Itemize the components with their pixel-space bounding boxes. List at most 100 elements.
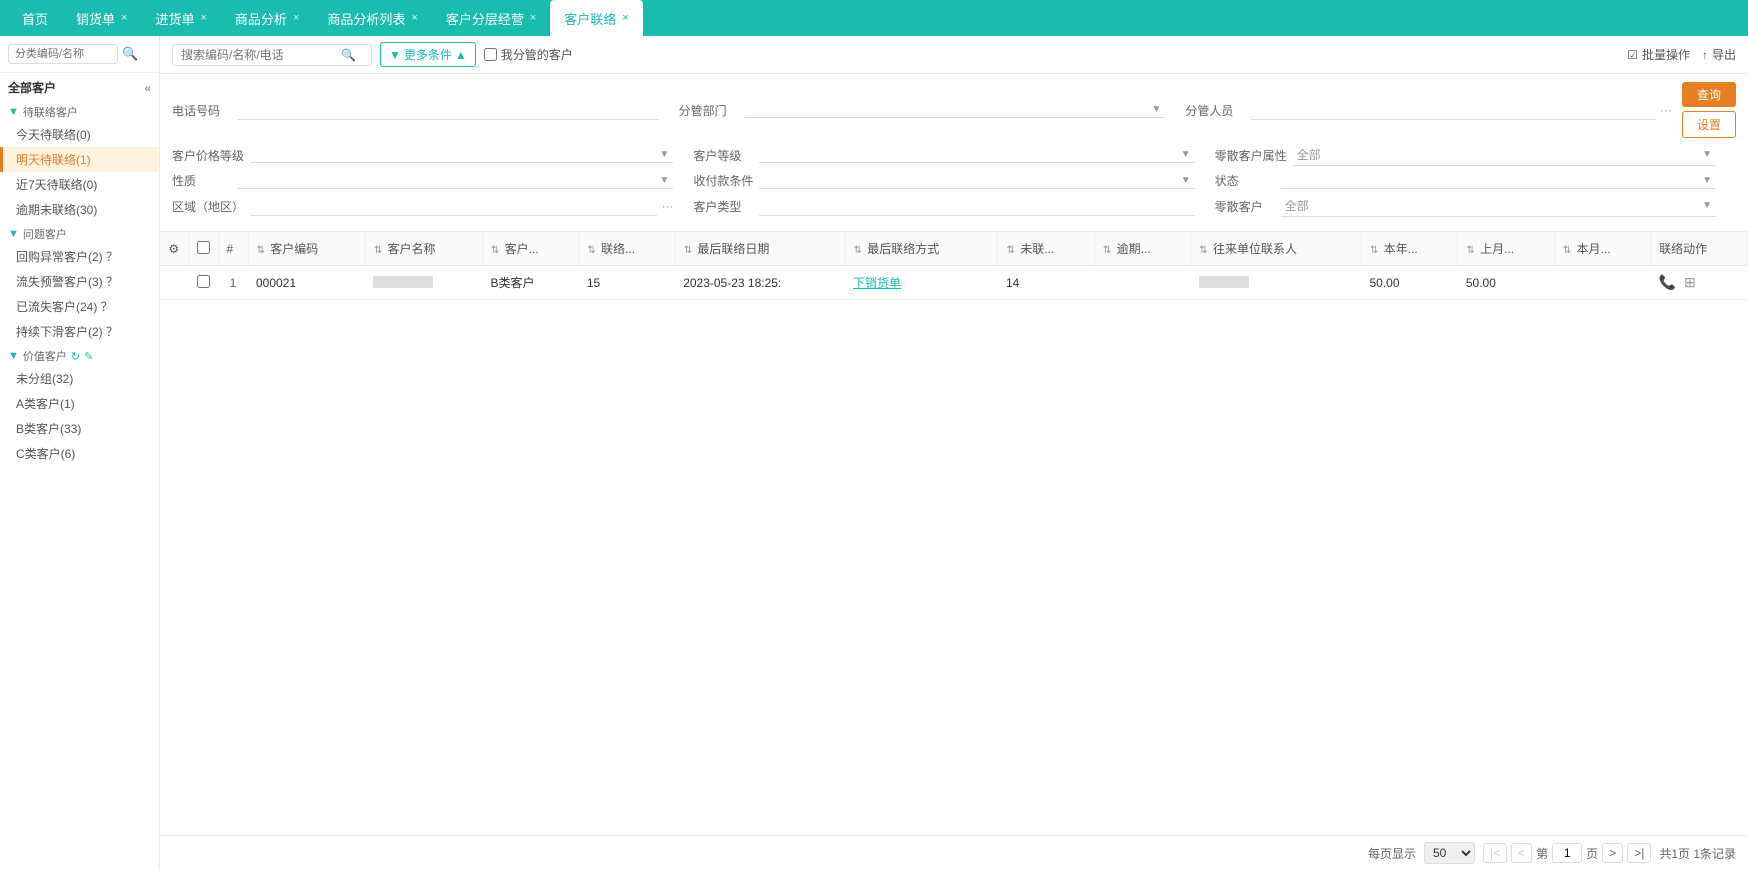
last-page-button[interactable]: >| [1627, 843, 1651, 863]
th-last-contact-method[interactable]: ⇅ 最后联络方式 [845, 232, 998, 266]
nav-close-customer-layered[interactable]: × [530, 12, 536, 24]
nav-close-customer-contact[interactable]: × [622, 12, 628, 24]
th-row-num: # [218, 232, 248, 266]
action-phone-icon[interactable]: 📞 [1659, 274, 1676, 291]
sidebar-search-input[interactable] [8, 44, 118, 64]
nav-close-sales-order[interactable]: × [121, 12, 127, 24]
status-caret-icon: ▼ [1702, 175, 1712, 186]
payment-select[interactable]: ▼ [759, 173, 1194, 189]
sidebar-group-value[interactable]: ▼ 价值客户 ↻ ✎ [0, 344, 159, 366]
th-customer-name[interactable]: ⇅ 客户名称 [365, 232, 482, 266]
top-nav: 首页 销货单 × 进货单 × 商品分析 × 商品分析列表 × 客户分层经营 × … [0, 0, 1748, 36]
status-select[interactable]: ▼ [1281, 173, 1716, 189]
nav-close-product-analysis-list[interactable]: × [411, 12, 417, 24]
my-customers-checkbox[interactable] [484, 48, 497, 61]
nav-close-product-analysis[interactable]: × [293, 12, 299, 24]
sidebar-item-overdue[interactable]: 逾期未联络(30) [0, 197, 159, 222]
th-uncontacted[interactable]: ⇅ 未联... [998, 232, 1094, 266]
filter-panel: 电话号码 分管部门 ▼ 分管人员 ··· [160, 74, 1748, 232]
filter-row-4: 区域（地区） ··· 客户类型 零散客户 全部 ▼ [172, 195, 1736, 217]
price-level-select[interactable]: ▼ [250, 147, 673, 163]
nav-customer-layered[interactable]: 客户分层经营 × [432, 0, 550, 36]
nav-sales-order[interactable]: 销货单 × [62, 0, 141, 36]
sidebar-collapse-icon: « [144, 81, 151, 95]
td-partner-contact [1191, 266, 1362, 300]
retail-attr-label: 零散客户属性 [1215, 147, 1287, 164]
action-grid-icon[interactable]: ⊞ [1684, 274, 1696, 291]
gear-icon[interactable]: ⚙ [168, 242, 179, 256]
row-checkbox[interactable] [197, 275, 210, 288]
nav-customer-contact[interactable]: 客户联络 × [550, 0, 642, 36]
th-last-contact-date[interactable]: ⇅ 最后联络日期 [675, 232, 845, 266]
retail-customer-select[interactable]: 全部 ▼ [1281, 195, 1716, 217]
page-input[interactable] [1552, 843, 1582, 863]
sidebar-item-ungrouped[interactable]: 未分组(32) [0, 366, 159, 391]
th-last-month[interactable]: ⇅ 上月... [1458, 232, 1554, 266]
customer-level-select[interactable]: ▼ [759, 147, 1194, 163]
area-more-icon[interactable]: ··· [661, 199, 673, 213]
prev-page-button[interactable]: < [1511, 843, 1532, 863]
nature-select[interactable]: ▼ [238, 173, 673, 189]
th-this-year[interactable]: ⇅ 本年... [1362, 232, 1458, 266]
person-input[interactable] [1251, 101, 1656, 120]
sidebar-item-class-c[interactable]: C类客户(6) [0, 441, 159, 466]
nav-product-analysis[interactable]: 商品分析 × [221, 0, 313, 36]
sidebar-item-churned[interactable]: 已流失客户(24) ？ [0, 294, 159, 319]
payment-caret-icon: ▼ [1181, 175, 1191, 186]
td-name [365, 266, 482, 300]
sidebar-item-class-a[interactable]: A类客户(1) [0, 391, 159, 416]
nav-home[interactable]: 首页 [8, 0, 62, 36]
my-customers-checkbox-label[interactable]: 我分管的客户 [484, 46, 573, 63]
sidebar-item-7days[interactable]: 近7天待联络(0) [0, 172, 159, 197]
area-input[interactable] [250, 197, 657, 216]
customer-table: ⚙ # ⇅ 客户编码 ⇅ 客户名称 [160, 232, 1748, 300]
th-customer-type[interactable]: ⇅ 客户... [482, 232, 578, 266]
table-select-all-checkbox[interactable] [197, 241, 210, 254]
th-customer-code[interactable]: ⇅ 客户编码 [248, 232, 365, 266]
toolbar: 🔍 ▼ 更多条件 ▲ 我分管的客户 ☑ 批量操作 ↑ 导出 [160, 36, 1748, 74]
sidebar-item-tomorrow[interactable]: 明天待联络(1) [0, 147, 159, 172]
settings-button[interactable]: 设置 [1682, 111, 1736, 138]
th-this-month[interactable]: ⇅ 本月... [1554, 232, 1650, 266]
filter-cell-retail-customer: 零散客户 全部 ▼ [1215, 195, 1716, 217]
page-nav: |< < 第 页 > >| [1483, 843, 1651, 863]
person-more-icon[interactable]: ··· [1660, 103, 1672, 117]
batch-op-button[interactable]: ☑ 批量操作 [1627, 46, 1690, 63]
customer-type-input[interactable] [759, 197, 1194, 216]
last-contact-method-link[interactable]: 下销货单 [853, 276, 901, 290]
search-input[interactable] [181, 48, 341, 62]
first-page-button[interactable]: |< [1483, 843, 1507, 863]
nav-purchase-order[interactable]: 进货单 × [141, 0, 220, 36]
sidebar-item-today[interactable]: 今天待联络(0) [0, 122, 159, 147]
sidebar-search-icon[interactable]: 🔍 [122, 46, 138, 62]
nav-close-purchase-order[interactable]: × [200, 12, 206, 24]
filter-cell-area: 区域（地区） ··· [172, 197, 673, 216]
value-group-edit-icon[interactable]: ✎ [84, 350, 93, 363]
value-group-refresh-icon[interactable]: ↻ [71, 350, 80, 363]
sidebar-item-repurchase-abnormal[interactable]: 回购异常客户(2) ？ [0, 244, 159, 269]
query-button[interactable]: 查询 [1682, 82, 1736, 107]
sidebar-item-declining[interactable]: 持续下滑客户(2) ？ [0, 319, 159, 344]
filter-cell-customer-level: 客户等级 ▼ [693, 147, 1194, 164]
th-contact-count[interactable]: ⇅ 联络... [579, 232, 675, 266]
sidebar-item-class-b[interactable]: B类客户(33) [0, 416, 159, 441]
search-icon[interactable]: 🔍 [341, 48, 356, 62]
more-filters-button[interactable]: ▼ 更多条件 ▲ [380, 42, 476, 67]
sidebar-all-customers-label: 全部客户 [8, 79, 56, 96]
th-overdue[interactable]: ⇅ 逾期... [1094, 232, 1190, 266]
filter-cell-person: 分管人员 ··· [1185, 101, 1672, 120]
retail-attr-select[interactable]: 全部 ▼ [1293, 144, 1716, 166]
dept-select[interactable]: ▼ [745, 102, 1166, 118]
next-page-button[interactable]: > [1602, 843, 1623, 863]
phone-input[interactable] [238, 101, 659, 120]
th-checkbox [188, 232, 218, 266]
action-icons: 📞 ⊞ [1659, 274, 1740, 291]
sidebar-group-pending[interactable]: ▼ 待联络客户 [0, 100, 159, 122]
sidebar-group-problem[interactable]: ▼ 问题客户 [0, 222, 159, 244]
export-button[interactable]: ↑ 导出 [1702, 46, 1736, 63]
page-size-select[interactable]: 50 100 200 [1424, 842, 1475, 864]
sidebar-item-churn-warning[interactable]: 流失预警客户(3) ？ [0, 269, 159, 294]
th-partner-contact[interactable]: ⇅ 往来单位联系人 [1191, 232, 1362, 266]
sidebar-all-customers[interactable]: 全部客户 « [0, 73, 159, 100]
nav-product-analysis-list[interactable]: 商品分析列表 × [313, 0, 431, 36]
